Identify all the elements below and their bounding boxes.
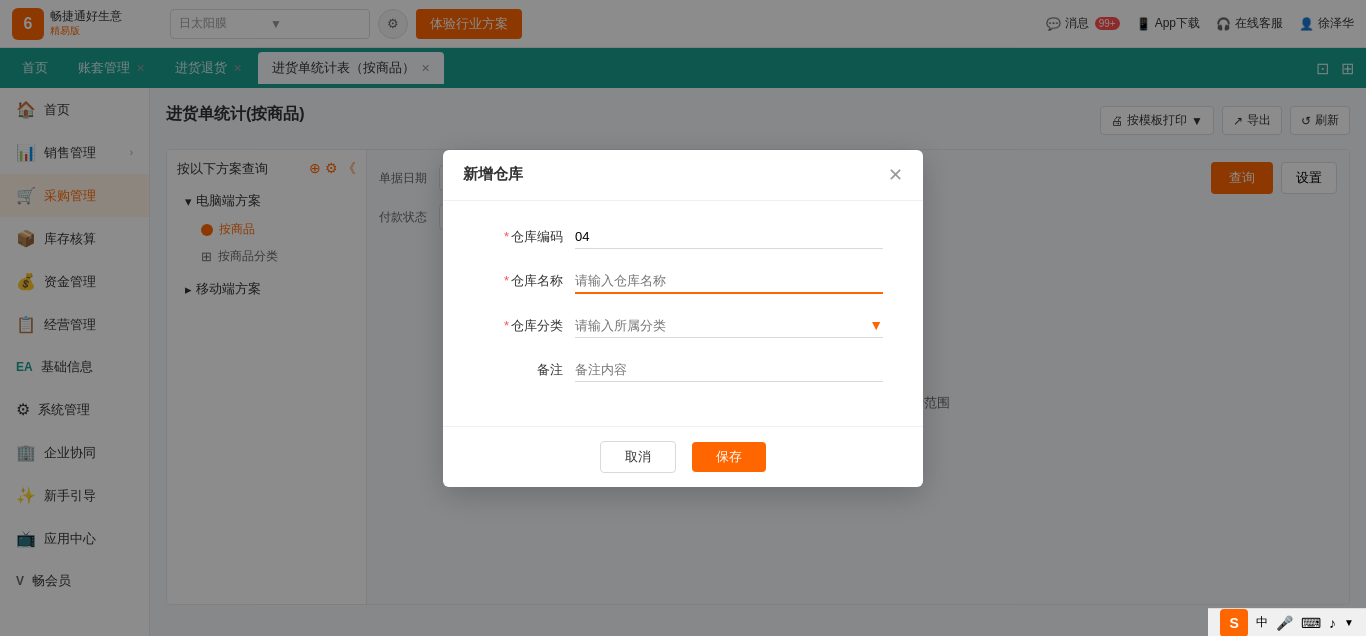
category-input[interactable] (575, 314, 869, 337)
remark-label: 备注 (483, 361, 563, 379)
keyboard-icon: ⌨ (1301, 615, 1321, 631)
more-icon: ▼ (1344, 617, 1354, 628)
save-button[interactable]: 保存 (692, 442, 766, 472)
name-input[interactable] (575, 269, 883, 294)
category-label: *仓库分类 (483, 317, 563, 335)
status-bar: S 中 🎤 ⌨ ♪ ▼ (1208, 608, 1366, 636)
remark-input[interactable] (575, 358, 883, 382)
music-icon: ♪ (1329, 615, 1336, 631)
form-row-category: *仓库分类 ▼ (483, 314, 883, 338)
s-logo: S (1220, 609, 1248, 637)
name-label: *仓库名称 (483, 272, 563, 290)
cancel-button[interactable]: 取消 (600, 441, 676, 473)
dialog-header: 新增仓库 ✕ (443, 150, 923, 201)
code-label: *仓库编码 (483, 228, 563, 246)
code-input[interactable] (575, 225, 883, 249)
category-select-wrapper[interactable]: ▼ (575, 314, 883, 338)
form-row-name: *仓库名称 (483, 269, 883, 294)
dialog-body: *仓库编码 *仓库名称 *仓库分类 ▼ (443, 201, 923, 426)
dialog-title: 新增仓库 (463, 165, 523, 184)
form-row-code: *仓库编码 (483, 225, 883, 249)
lang-zh: 中 (1256, 614, 1268, 631)
mic-icon: 🎤 (1276, 615, 1293, 631)
dialog-new-warehouse: 新增仓库 ✕ *仓库编码 *仓库名称 *仓库分类 (443, 150, 923, 487)
category-dropdown-icon: ▼ (869, 317, 883, 333)
dialog-close-icon[interactable]: ✕ (888, 164, 903, 186)
form-row-remark: 备注 (483, 358, 883, 382)
dialog-footer: 取消 保存 (443, 426, 923, 487)
overlay: 新增仓库 ✕ *仓库编码 *仓库名称 *仓库分类 (0, 0, 1366, 636)
